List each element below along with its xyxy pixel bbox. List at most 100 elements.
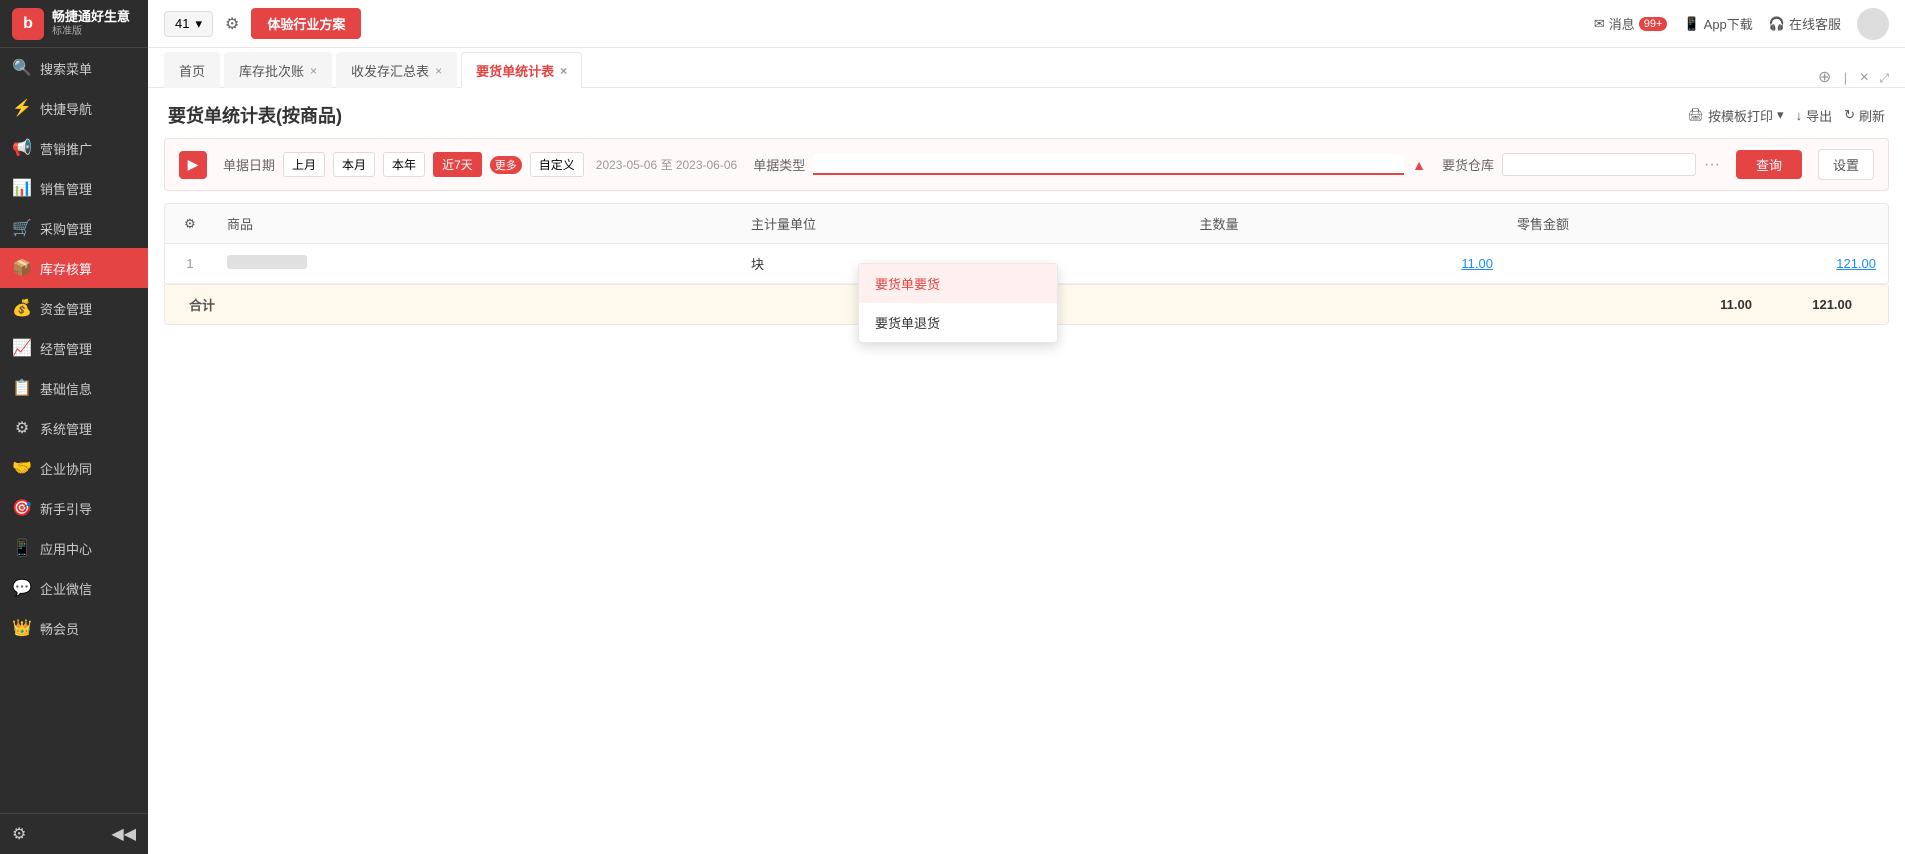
sidebar-guide-label: 新手引导: [40, 499, 136, 518]
sidebar-corp-label: 企业协同: [40, 459, 136, 478]
operations-icon: 📈: [12, 338, 32, 358]
messages-badge: 99+: [1639, 17, 1668, 31]
warehouse-filter-label: 要货仓库: [1442, 155, 1494, 174]
refresh-button[interactable]: ↻ 刷新: [1844, 106, 1885, 125]
tab-receive-summary[interactable]: 收发存汇总表 ×: [336, 52, 457, 88]
sidebar-item-wechat[interactable]: 💬 企业微信: [0, 568, 148, 608]
user-avatar[interactable]: [1857, 8, 1889, 40]
sidebar-item-member[interactable]: 👑 畅会员: [0, 608, 148, 648]
tab-order-summary-close[interactable]: ×: [560, 64, 567, 78]
sidebar-item-sales[interactable]: 📊 销售管理: [0, 168, 148, 208]
sidebar-item-guide[interactable]: 🎯 新手引导: [0, 488, 148, 528]
table-column-goods: 商品: [215, 204, 739, 244]
sidebar-item-apps[interactable]: 📱 应用中心: [0, 528, 148, 568]
wechat-icon: 💬: [12, 578, 32, 598]
footer-total-amount: 121.00: [1776, 297, 1876, 312]
table-column-unit: 主计量单位: [739, 204, 1188, 244]
page-actions: 🖨 按模板打印 ▾ ↓ 导出 ↻ 刷新: [1688, 106, 1886, 125]
sidebar-item-finance[interactable]: 💰 资金管理: [0, 288, 148, 328]
collapse-bottom-icon[interactable]: ◀◀: [111, 824, 136, 844]
messages-label: 消息: [1609, 14, 1635, 33]
tab-inventory-batch[interactable]: 库存批次账 ×: [224, 52, 332, 88]
company-selector[interactable]: 41 ▾: [164, 11, 213, 37]
sidebar-item-corp[interactable]: 🤝 企业协同: [0, 448, 148, 488]
sidebar-member-label: 畅会员: [40, 619, 136, 638]
sidebar-item-purchase[interactable]: 🛒 采购管理: [0, 208, 148, 248]
company-value: 41: [175, 16, 189, 31]
sidebar-purchase-label: 采购管理: [40, 219, 136, 238]
settings-bottom-icon[interactable]: ⚙: [12, 824, 26, 844]
row-goods: [215, 244, 739, 284]
date-btn-custom[interactable]: 自定义: [530, 152, 584, 177]
online-service-button[interactable]: 🎧 在线客服: [1769, 14, 1841, 33]
inventory-icon: 📦: [12, 258, 32, 278]
sidebar-operations-label: 经营管理: [40, 339, 136, 358]
topbar-gear-icon[interactable]: ⚙: [225, 14, 239, 34]
date-btn-this-month[interactable]: 本月: [333, 152, 375, 177]
chevron-down-icon: ▾: [195, 16, 202, 32]
row-amount: 121.00: [1505, 244, 1888, 284]
phone-icon: 📱: [1683, 16, 1699, 32]
date-filter-group: 单据日期 上月 本月 本年 近7天 更多 自定义 2023-05-06 至 20…: [223, 152, 737, 177]
sidebar: b 畅捷通好生意 标准版 🔍 搜索菜单 ⚡ 快捷导航 📢 营销推广 📊 销售管理…: [0, 0, 148, 854]
type-filter-input[interactable]: [813, 154, 1404, 175]
type-dropdown-menu: 要货单要货 要货单退货: [858, 263, 1058, 343]
export-button[interactable]: ↓ 导出: [1796, 106, 1833, 125]
corp-icon: 🤝: [12, 458, 32, 478]
sidebar-apps-label: 应用中心: [40, 539, 136, 558]
app-download-button[interactable]: 📱 App下载: [1683, 14, 1752, 33]
date-range-display: 2023-05-06 至 2023-06-06: [596, 156, 737, 173]
sidebar-inventory-label: 库存核算: [40, 259, 136, 278]
tab-home[interactable]: 首页: [164, 52, 220, 88]
app-download-label: App下载: [1704, 14, 1753, 33]
date-btn-last-month[interactable]: 上月: [283, 152, 325, 177]
sidebar-item-operations[interactable]: 📈 经营管理: [0, 328, 148, 368]
tabbar: 首页 库存批次账 × 收发存汇总表 × 要货单统计表 × ⊕ | × ⤢: [148, 48, 1905, 88]
type-dropdown-toggle[interactable]: ▲: [1412, 157, 1426, 173]
warehouse-more-icon[interactable]: ···: [1704, 156, 1720, 174]
sidebar-item-quick-nav[interactable]: ⚡ 快捷导航: [0, 88, 148, 128]
sidebar-quick-nav-label: 快捷导航: [40, 99, 136, 118]
filter-expand-button[interactable]: ▶: [179, 151, 207, 179]
footer-total-label: 合计: [177, 295, 407, 314]
filter-settings-button[interactable]: 设置: [1818, 149, 1874, 180]
dropdown-item-order-return[interactable]: 要货单退货: [859, 303, 1057, 342]
tab-receive-summary-close[interactable]: ×: [435, 64, 442, 78]
export-icon: ↓: [1796, 108, 1803, 123]
sidebar-item-marketing[interactable]: 📢 营销推广: [0, 128, 148, 168]
query-button[interactable]: 查询: [1736, 150, 1802, 179]
trial-button[interactable]: 体验行业方案: [251, 8, 361, 39]
basic-icon: 📋: [12, 378, 32, 398]
page-title: 要货单统计表(按商品): [168, 102, 342, 128]
sidebar-item-basic[interactable]: 📋 基础信息: [0, 368, 148, 408]
message-icon: ✉: [1594, 16, 1605, 32]
type-filter-group: 单据类型 ▲: [753, 154, 1426, 175]
print-icon: 🖨: [1688, 107, 1705, 123]
sidebar-search-label: 搜索菜单: [40, 59, 136, 78]
messages-button[interactable]: ✉ 消息 99+: [1594, 14, 1668, 33]
sidebar-item-search[interactable]: 🔍 搜索菜单: [0, 48, 148, 88]
tab-home-label: 首页: [179, 61, 205, 80]
row-index: 1: [165, 244, 215, 284]
dropdown-item-order-goods[interactable]: 要货单要货: [859, 264, 1057, 303]
date-more-badge[interactable]: 更多: [490, 156, 522, 174]
type-filter-label: 单据类型: [753, 155, 805, 174]
tab-inventory-batch-close[interactable]: ×: [310, 64, 317, 78]
print-template-button[interactable]: 🖨 按模板打印 ▾: [1688, 106, 1784, 125]
page-header: 要货单统计表(按商品) 🖨 按模板打印 ▾ ↓ 导出 ↻ 刷新: [148, 88, 1905, 138]
row-qty: 11.00: [1187, 244, 1505, 284]
tab-order-summary-label: 要货单统计表: [476, 61, 554, 80]
tab-inventory-batch-label: 库存批次账: [239, 61, 304, 80]
sidebar-item-inventory[interactable]: 📦 库存核算: [0, 248, 148, 288]
marketing-icon: 📢: [12, 138, 32, 158]
date-btn-this-year[interactable]: 本年: [383, 152, 425, 177]
online-service-label: 在线客服: [1789, 14, 1841, 33]
sales-icon: 📊: [12, 178, 32, 198]
tabbar-expand-icon[interactable]: ⊕ | × ⤢: [1818, 67, 1889, 87]
tab-order-summary[interactable]: 要货单统计表 ×: [461, 52, 582, 88]
table-column-gear[interactable]: ⚙: [165, 204, 215, 244]
sidebar-item-system[interactable]: ⚙ 系统管理: [0, 408, 148, 448]
headset-icon: 🎧: [1769, 16, 1785, 32]
date-btn-last-7days[interactable]: 近7天: [433, 152, 482, 177]
warehouse-filter-input[interactable]: [1502, 153, 1696, 176]
